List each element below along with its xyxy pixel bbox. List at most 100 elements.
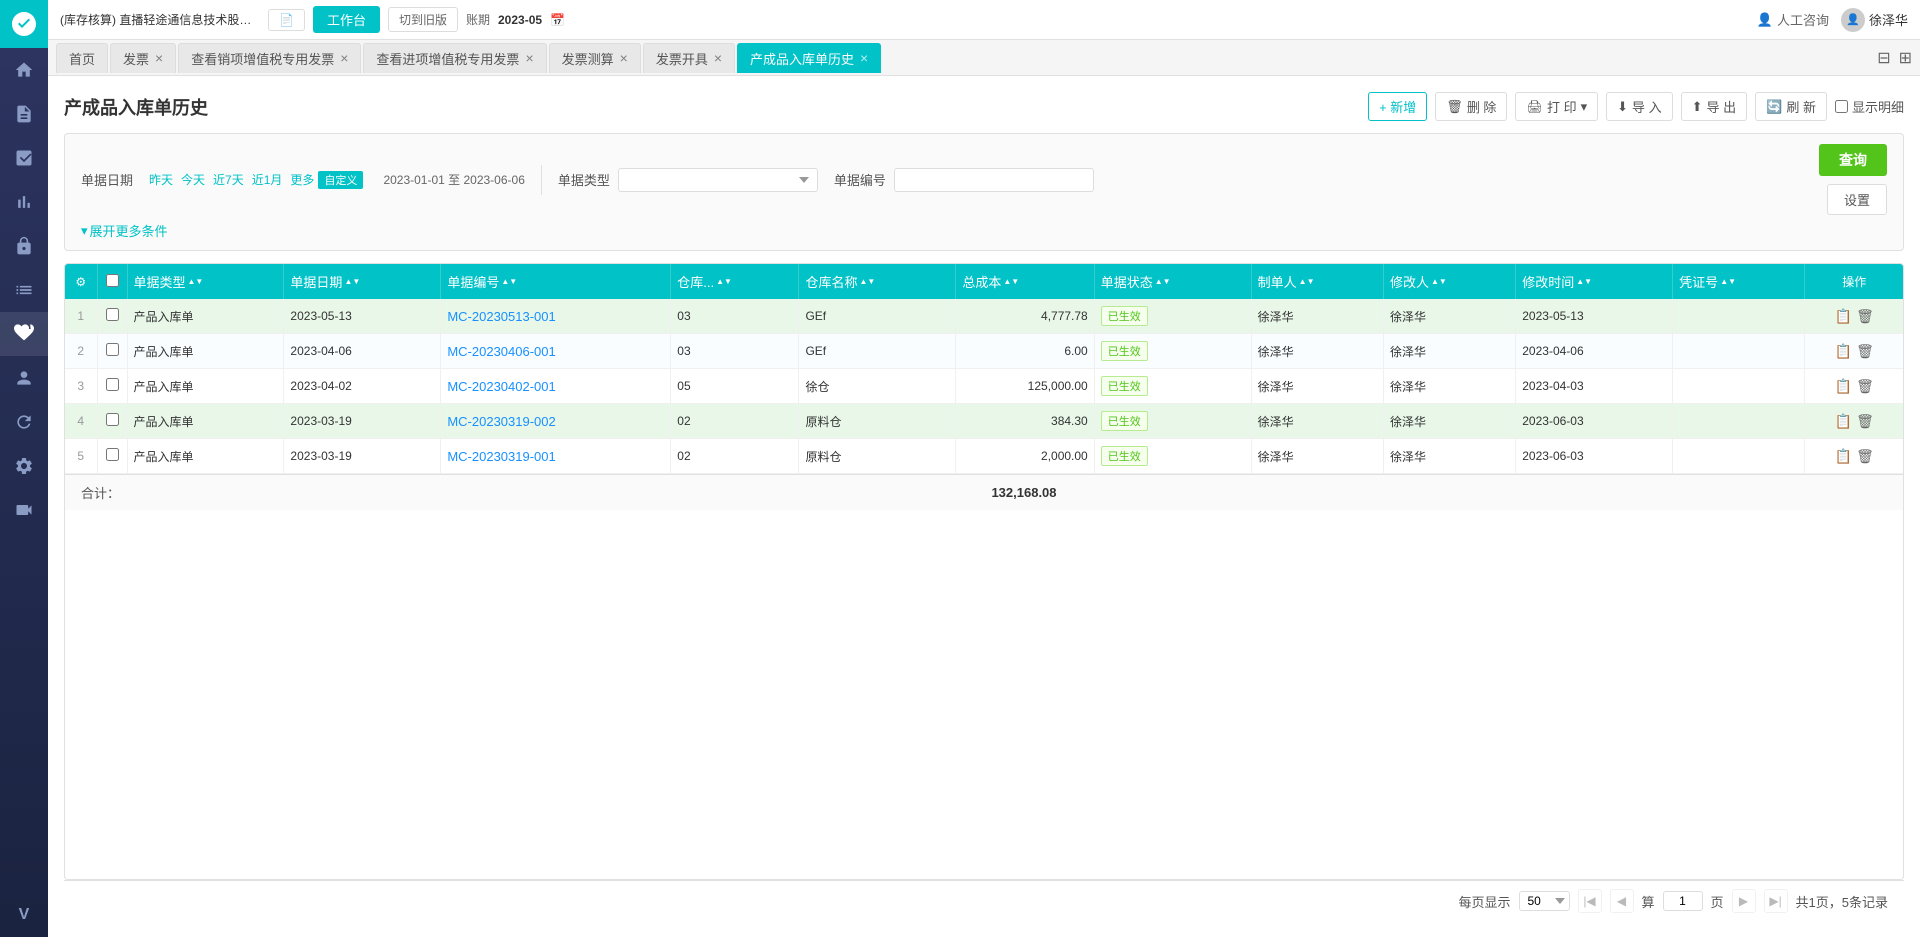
th-modify-time[interactable]: 修改时间▲▼ (1516, 264, 1673, 299)
tab-purchase-invoice[interactable]: 查看进项增值税专用发票 × (363, 43, 546, 73)
row-number[interactable]: MC-20230319-002 (441, 404, 671, 439)
user-menu[interactable]: 👤 徐泽华 (1841, 8, 1908, 32)
shortcut-7days[interactable]: 近7天 (213, 171, 244, 188)
shortcut-1month[interactable]: 近1月 (252, 171, 283, 188)
next-page-button[interactable]: ▶ (1732, 889, 1756, 913)
row-number-link[interactable]: MC-20230319-001 (447, 449, 555, 464)
tab-sales-invoice-close[interactable]: × (340, 51, 348, 65)
sidebar-item-home[interactable] (0, 48, 48, 92)
sidebar-item-settings[interactable] (0, 444, 48, 488)
row-checkbox-cell[interactable] (97, 369, 127, 404)
th-type[interactable]: 单据类型▲▼ (127, 264, 284, 299)
row-delete-icon[interactable]: 🗑 (1856, 308, 1874, 325)
row-delete-icon[interactable]: 🗑 (1856, 343, 1874, 360)
shortcut-today[interactable]: 今天 (181, 171, 205, 188)
sidebar-item-doc[interactable] (0, 92, 48, 136)
th-modifier[interactable]: 修改人▲▼ (1383, 264, 1515, 299)
th-warehouse-name[interactable]: 仓库名称▲▼ (799, 264, 956, 299)
row-edit-icon[interactable]: 📋 (1835, 343, 1852, 360)
sidebar-item-lock[interactable] (0, 224, 48, 268)
th-date[interactable]: 单据日期▲▼ (284, 264, 441, 299)
import-button[interactable]: ⬇ 导 入 (1606, 92, 1673, 121)
row-number[interactable]: MC-20230319-001 (441, 439, 671, 474)
row-number-link[interactable]: MC-20230402-001 (447, 379, 555, 394)
row-checkbox-0[interactable] (106, 308, 119, 321)
sidebar-item-video[interactable] (0, 488, 48, 532)
th-creator[interactable]: 制单人▲▼ (1251, 264, 1383, 299)
sidebar-item-chart[interactable] (0, 180, 48, 224)
tab-invoice-close[interactable]: × (155, 51, 163, 65)
tab-invoice-calc-close[interactable]: × (620, 51, 628, 65)
workbench-button[interactable]: 工作台 (313, 6, 380, 33)
sidebar-item-list[interactable] (0, 268, 48, 312)
row-edit-icon[interactable]: 📋 (1835, 448, 1852, 465)
switch-version-button[interactable]: 切到旧版 (388, 7, 458, 32)
tab-invoice-calc[interactable]: 发票测算 × (549, 43, 641, 73)
th-total-cost[interactable]: 总成本▲▼ (956, 264, 1094, 299)
row-number[interactable]: MC-20230513-001 (441, 299, 671, 334)
prev-page-button[interactable]: ◀ (1610, 889, 1634, 913)
shortcut-more[interactable]: 更多 (290, 171, 314, 188)
tab-maximize[interactable]: ⊞ (1899, 48, 1912, 68)
row-edit-icon[interactable]: 📋 (1835, 413, 1852, 430)
delete-button[interactable]: 🗑 删 除 (1435, 92, 1507, 121)
th-status[interactable]: 单据状态▲▼ (1094, 264, 1251, 299)
last-page-button[interactable]: ▶| (1764, 889, 1788, 913)
query-button[interactable]: 查询 (1819, 144, 1887, 176)
refresh-button[interactable]: 🔄 刷 新 (1755, 92, 1827, 121)
export-button[interactable]: ⬆ 导 出 (1681, 92, 1748, 121)
show-detail-checkbox[interactable] (1835, 100, 1848, 113)
type-select[interactable] (618, 168, 818, 192)
select-all-checkbox[interactable] (106, 274, 119, 287)
tab-invoice-issue-close[interactable]: × (714, 51, 722, 65)
tab-purchase-invoice-close[interactable]: × (525, 51, 533, 65)
tab-product-inbound-close[interactable]: × (860, 51, 868, 65)
th-number[interactable]: 单据编号▲▼ (441, 264, 671, 299)
row-checkbox-cell[interactable] (97, 334, 127, 369)
tab-sales-invoice[interactable]: 查看销项增值税专用发票 × (178, 43, 361, 73)
th-warehouse-code[interactable]: 仓库...▲▼ (671, 264, 799, 299)
row-edit-icon[interactable]: 📋 (1835, 378, 1852, 395)
th-voucher[interactable]: 凭证号▲▼ (1673, 264, 1805, 299)
tab-invoice[interactable]: 发票 × (110, 43, 176, 73)
sidebar-item-inventory[interactable] (0, 312, 48, 356)
sidebar-item-refresh[interactable] (0, 400, 48, 444)
row-number[interactable]: MC-20230402-001 (441, 369, 671, 404)
service-button[interactable]: 👤 人工咨询 (1757, 10, 1829, 29)
doc-btn[interactable]: 📄 (268, 9, 305, 31)
set-button[interactable]: 设置 (1827, 184, 1887, 215)
print-button[interactable]: 🖨 打 印 ▾ (1515, 92, 1598, 121)
custom-date-tag[interactable]: 自定义 (318, 171, 363, 189)
sidebar-item-analytics[interactable] (0, 136, 48, 180)
row-delete-icon[interactable]: 🗑 (1856, 378, 1874, 395)
page-size-select[interactable]: 50 100 (1519, 891, 1570, 911)
row-delete-icon[interactable]: 🗑 (1856, 413, 1874, 430)
row-checkbox-cell[interactable] (97, 404, 127, 439)
th-settings[interactable]: ⚙ (65, 264, 97, 299)
row-checkbox-1[interactable] (106, 343, 119, 356)
row-checkbox-3[interactable] (106, 413, 119, 426)
tab-minimize[interactable]: ⊟ (1877, 48, 1890, 68)
row-checkbox-cell[interactable] (97, 439, 127, 474)
row-checkbox-cell[interactable] (97, 299, 127, 334)
page-input[interactable] (1663, 891, 1703, 911)
row-edit-icon[interactable]: 📋 (1835, 308, 1852, 325)
row-number-link[interactable]: MC-20230319-002 (447, 414, 555, 429)
row-number-link[interactable]: MC-20230513-001 (447, 309, 555, 324)
sidebar-item-user[interactable] (0, 356, 48, 400)
th-checkbox[interactable] (97, 264, 127, 299)
tab-product-inbound[interactable]: 产成品入库单历史 × (737, 43, 881, 73)
row-delete-icon[interactable]: 🗑 (1856, 448, 1874, 465)
row-number[interactable]: MC-20230406-001 (441, 334, 671, 369)
tab-invoice-issue[interactable]: 发票开具 × (643, 43, 735, 73)
row-number-link[interactable]: MC-20230406-001 (447, 344, 555, 359)
sidebar-item-v[interactable]: V (0, 893, 48, 937)
expand-more[interactable]: ▾ 展开更多条件 (81, 221, 1887, 240)
add-button[interactable]: + 新增 (1368, 92, 1427, 121)
row-checkbox-4[interactable] (106, 448, 119, 461)
first-page-button[interactable]: |◀ (1578, 889, 1602, 913)
shortcut-yesterday[interactable]: 昨天 (149, 171, 173, 188)
tab-home[interactable]: 首页 (56, 43, 108, 73)
row-checkbox-2[interactable] (106, 378, 119, 391)
number-input[interactable] (894, 168, 1094, 192)
